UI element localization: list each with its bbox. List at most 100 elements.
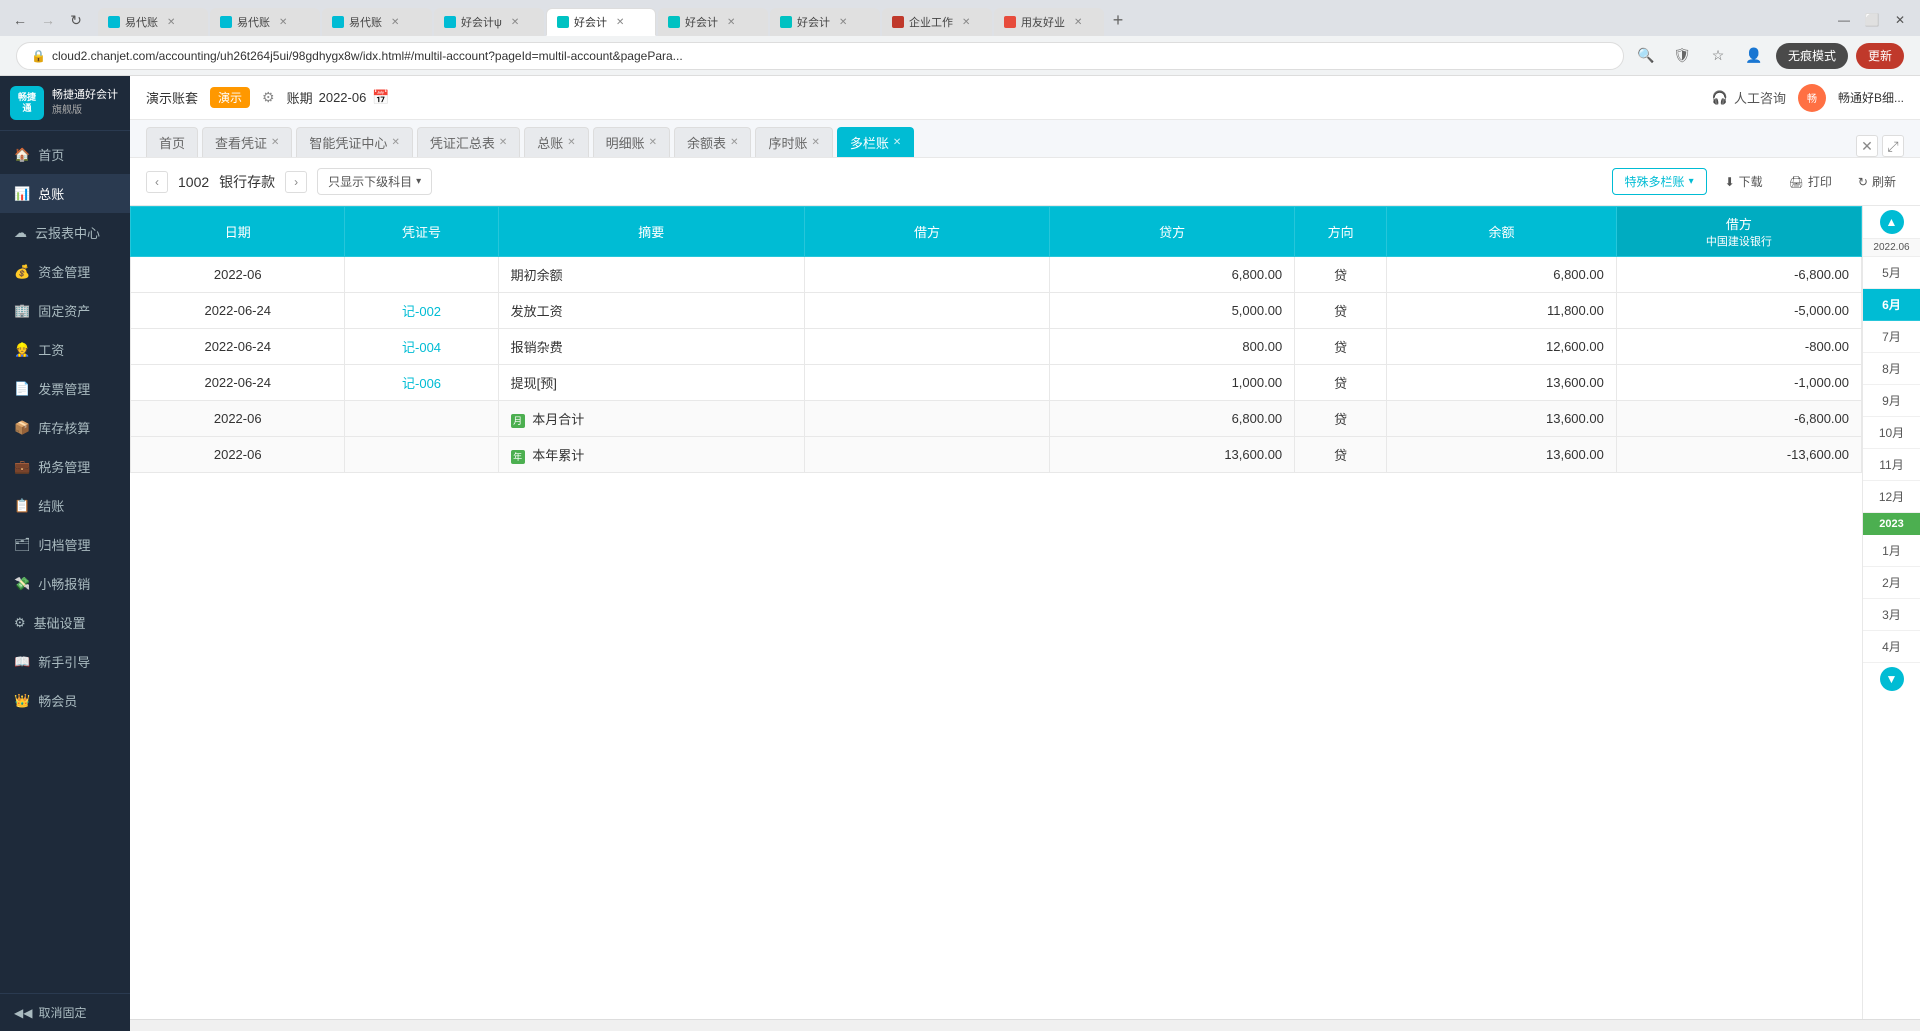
month-12[interactable]: 12月	[1863, 481, 1920, 513]
back-btn[interactable]: ←	[8, 8, 32, 32]
prev-account-btn[interactable]: ‹	[146, 171, 168, 193]
tab-journal-close[interactable]: ✕	[811, 137, 819, 148]
star-icon-btn[interactable]: ☆	[1704, 42, 1732, 70]
tab-yonyou[interactable]: 用友好业 ✕	[994, 8, 1104, 36]
month-2023-3[interactable]: 3月	[1863, 599, 1920, 631]
calendar-down-arrow[interactable]: ▼	[1863, 663, 1920, 695]
sidebar-item-report[interactable]: ☁ 云报表中心	[0, 213, 130, 252]
special-account-btn[interactable]: 特殊多栏账 ▾	[1612, 168, 1707, 195]
tab-haokuaiji-active[interactable]: 好会计 ✕	[546, 8, 656, 36]
tab-haokuaiji-1[interactable]: 好会计ψ ✕	[434, 8, 544, 36]
tab-general-ledger-close[interactable]: ✕	[567, 137, 575, 148]
month-11[interactable]: 11月	[1863, 449, 1920, 481]
calendar-icon[interactable]: 📅	[372, 89, 389, 106]
cell-voucher-5	[345, 401, 498, 437]
tab-expand-btn[interactable]: ⤢	[1882, 135, 1904, 157]
reload-btn[interactable]: ↻	[64, 8, 88, 32]
tab-smart-voucher[interactable]: 智能凭证中心 ✕	[296, 127, 412, 157]
ai-consult-btn[interactable]: 🎧 人工咨询	[1712, 88, 1786, 107]
sub-filter-dropdown[interactable]: 只显示下级科目 ▾	[317, 168, 432, 195]
tab-yidaizhang-2[interactable]: 易代账 ✕	[210, 8, 320, 36]
tab-home[interactable]: 首页	[146, 127, 198, 157]
sidebar-item-member[interactable]: 👑 畅会员	[0, 681, 130, 720]
refresh-btn[interactable]: ↻ 刷新	[1850, 169, 1904, 194]
lock-icon: 🔒	[31, 49, 46, 63]
sidebar-item-inventory[interactable]: 📦 库存核算	[0, 408, 130, 447]
tab-haokuaiji-2[interactable]: 好会计 ✕	[658, 8, 768, 36]
calendar-up-arrow[interactable]: ▲	[1863, 206, 1920, 238]
tab-close-2[interactable]: ✕	[279, 17, 287, 28]
tab-yidaizhang-1[interactable]: 易代账 ✕	[98, 8, 208, 36]
shield-icon-btn[interactable]: 🛡	[1668, 42, 1696, 70]
settings-gear-btn[interactable]: ⚙	[262, 89, 275, 106]
sidebar-item-salary[interactable]: 👷 工资	[0, 330, 130, 369]
address-bar[interactable]: 🔒 cloud2.chanjet.com/accounting/uh26t264…	[16, 42, 1624, 70]
month-10[interactable]: 10月	[1863, 417, 1920, 449]
tab-close-3[interactable]: ✕	[391, 17, 399, 28]
download-btn[interactable]: ⬇ 下载	[1717, 169, 1771, 194]
sidebar-item-home[interactable]: 🏠 首页	[0, 135, 130, 174]
month-6-active[interactable]: 6月	[1863, 289, 1920, 321]
tab-yidaizhang-3[interactable]: 易代账 ✕	[322, 8, 432, 36]
month-7[interactable]: 7月	[1863, 321, 1920, 353]
forward-btn[interactable]: →	[36, 8, 60, 32]
sidebar-item-assets[interactable]: 🏢 固定资产	[0, 291, 130, 330]
tab-view-voucher-close[interactable]: ✕	[271, 137, 279, 148]
tab-close-6[interactable]: ✕	[727, 17, 735, 28]
horizontal-scrollbar[interactable]	[130, 1019, 1920, 1031]
cell-voucher-4[interactable]: 记-006	[345, 365, 498, 401]
sidebar-item-settings[interactable]: ⚙ 基础设置	[0, 603, 130, 642]
minimize-btn[interactable]: —	[1832, 8, 1856, 32]
sidebar-item-ledger[interactable]: 📊 总账	[0, 174, 130, 213]
month-2023-2[interactable]: 2月	[1863, 567, 1920, 599]
tab-close-8[interactable]: ✕	[962, 17, 970, 28]
tab-haokuaiji-3[interactable]: 好会计 ✕	[770, 8, 880, 36]
tab-close-7[interactable]: ✕	[839, 17, 847, 28]
month-9[interactable]: 9月	[1863, 385, 1920, 417]
sidebar-item-archive[interactable]: 🗂 归档管理	[0, 525, 130, 564]
user-avatar[interactable]: 畅	[1798, 84, 1826, 112]
tab-voucher-summary[interactable]: 凭证汇总表 ✕	[417, 127, 520, 157]
cell-balance-3: 12,600.00	[1387, 329, 1617, 365]
close-window-btn[interactable]: ✕	[1888, 8, 1912, 32]
tab-close-5[interactable]: ✕	[616, 17, 624, 28]
month-2023-1[interactable]: 1月	[1863, 535, 1920, 567]
wuhen-btn[interactable]: 无痕模式	[1776, 43, 1848, 69]
tab-view-voucher[interactable]: 查看凭证 ✕	[202, 127, 292, 157]
tab-close-4[interactable]: ✕	[511, 17, 519, 28]
tab-close-1[interactable]: ✕	[167, 17, 175, 28]
tab-balance-sheet[interactable]: 余额表 ✕	[674, 127, 751, 157]
tab-enterprise[interactable]: 企业工作 ✕	[882, 8, 992, 36]
month-8[interactable]: 8月	[1863, 353, 1920, 385]
new-tab-button[interactable]: +	[1106, 8, 1130, 32]
tab-detail-ledger[interactable]: 明细账 ✕	[593, 127, 670, 157]
maximize-btn[interactable]: ⬜	[1860, 8, 1884, 32]
month-2023-4[interactable]: 4月	[1863, 631, 1920, 663]
profile-icon-btn[interactable]: 👤	[1740, 42, 1768, 70]
tab-multi-column[interactable]: 多栏账 ✕	[837, 127, 914, 157]
sidebar-item-close-books[interactable]: 📋 结账	[0, 486, 130, 525]
search-icon-btn[interactable]: 🔍	[1632, 42, 1660, 70]
tab-icon-6	[668, 16, 680, 28]
print-btn[interactable]: 🖨 打印	[1781, 169, 1840, 194]
tab-close-9[interactable]: ✕	[1074, 17, 1082, 28]
next-account-btn[interactable]: ›	[285, 171, 307, 193]
tab-journal[interactable]: 序时账 ✕	[755, 127, 832, 157]
sidebar-item-expense[interactable]: 💸 小畅报销	[0, 564, 130, 603]
tab-balance-sheet-close[interactable]: ✕	[730, 137, 738, 148]
sidebar-item-funds[interactable]: 💰 资金管理	[0, 252, 130, 291]
month-5[interactable]: 5月	[1863, 257, 1920, 289]
tab-detail-ledger-close[interactable]: ✕	[649, 137, 657, 148]
sidebar-item-invoice[interactable]: 📄 发票管理	[0, 369, 130, 408]
update-btn[interactable]: 更新	[1856, 43, 1904, 69]
tab-general-ledger[interactable]: 总账 ✕	[524, 127, 588, 157]
cell-voucher-2[interactable]: 记-002	[345, 293, 498, 329]
tab-close-panel-btn[interactable]: ✕	[1856, 135, 1878, 157]
tab-voucher-summary-close[interactable]: ✕	[499, 137, 507, 148]
sidebar-item-guide[interactable]: 📖 新手引导	[0, 642, 130, 681]
cell-voucher-3[interactable]: 记-004	[345, 329, 498, 365]
tab-smart-voucher-close[interactable]: ✕	[391, 137, 399, 148]
sidebar-pin-toggle[interactable]: ◀◀ 取消固定	[0, 993, 130, 1031]
sidebar-item-tax[interactable]: 💼 税务管理	[0, 447, 130, 486]
tab-multi-column-close[interactable]: ✕	[893, 137, 901, 148]
